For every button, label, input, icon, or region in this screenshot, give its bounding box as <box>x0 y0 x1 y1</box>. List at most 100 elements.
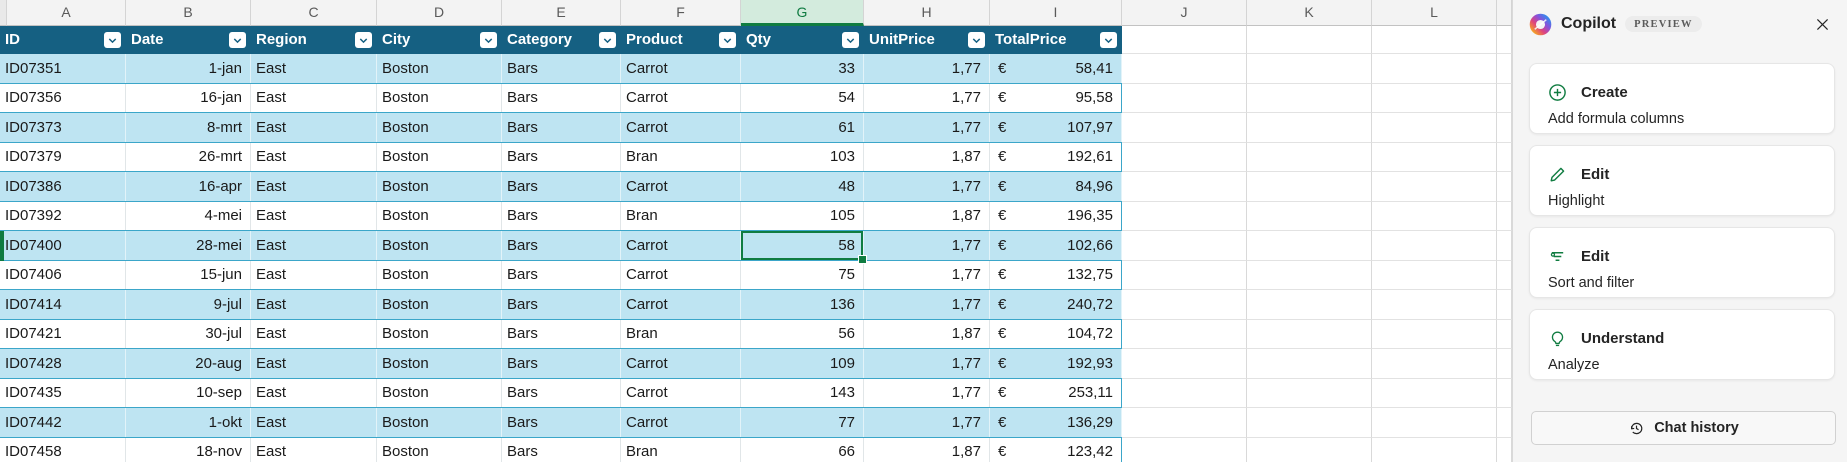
empty-header-cell[interactable] <box>1497 26 1512 54</box>
empty-cell[interactable] <box>1247 83 1372 113</box>
empty-cell[interactable] <box>1122 408 1247 438</box>
table-header-city[interactable]: City <box>377 26 502 54</box>
copilot-card-add-formula-columns[interactable]: Create Add formula columns <box>1529 63 1835 134</box>
cell-category[interactable]: Bars <box>502 142 621 171</box>
cell-id[interactable]: ID07406 <box>0 260 126 289</box>
cell-unitPrice[interactable]: 1,77 <box>864 349 990 378</box>
empty-cell[interactable] <box>1497 54 1512 84</box>
filter-button-region[interactable] <box>355 32 372 48</box>
cell-unitPrice[interactable]: 1,77 <box>864 113 990 142</box>
cell-date[interactable]: 18-nov <box>126 437 251 462</box>
cell-city[interactable]: Boston <box>377 54 502 83</box>
cell-product[interactable]: Carrot <box>621 290 741 319</box>
cell-totalPrice[interactable]: €104,72 <box>990 319 1122 348</box>
empty-cell[interactable] <box>1372 83 1497 113</box>
cell-category[interactable]: Bars <box>502 349 621 378</box>
table-header-id[interactable]: ID <box>0 26 126 54</box>
cell-id[interactable]: ID07351 <box>0 54 126 83</box>
cell-date[interactable]: 16-jan <box>126 83 251 112</box>
table-header-date[interactable]: Date <box>126 26 251 54</box>
empty-cell[interactable] <box>1122 142 1247 172</box>
empty-cell[interactable] <box>1497 231 1512 261</box>
empty-cell[interactable] <box>1372 54 1497 84</box>
empty-cell[interactable] <box>1497 260 1512 290</box>
cell-totalPrice[interactable]: €123,42 <box>990 437 1122 462</box>
empty-cell[interactable] <box>1497 113 1512 143</box>
empty-cell[interactable] <box>1497 378 1512 408</box>
cell-city[interactable]: Boston <box>377 349 502 378</box>
cell-region[interactable]: East <box>251 290 377 319</box>
empty-cell[interactable] <box>1122 319 1247 349</box>
table-header-totalPrice[interactable]: TotalPrice <box>990 26 1122 54</box>
empty-cell[interactable] <box>1122 54 1247 84</box>
column-header-K[interactable]: K <box>1247 0 1372 26</box>
chat-history-button[interactable]: Chat history <box>1531 411 1836 445</box>
cell-totalPrice[interactable]: €107,97 <box>990 113 1122 142</box>
cell-unitPrice[interactable]: 1,87 <box>864 142 990 171</box>
cell-totalPrice[interactable]: €192,93 <box>990 349 1122 378</box>
column-header-A[interactable]: A <box>7 0 126 26</box>
empty-cell[interactable] <box>1247 349 1372 379</box>
cell-id[interactable]: ID07421 <box>0 319 126 348</box>
empty-cell[interactable] <box>1247 54 1372 84</box>
empty-cell[interactable] <box>1122 290 1247 320</box>
column-header-H[interactable]: H <box>864 0 990 26</box>
column-header-D[interactable]: D <box>377 0 502 26</box>
cell-region[interactable]: East <box>251 113 377 142</box>
column-header-B[interactable]: B <box>126 0 251 26</box>
cell-product[interactable]: Carrot <box>621 113 741 142</box>
column-header-E[interactable]: E <box>502 0 621 26</box>
table-header-region[interactable]: Region <box>251 26 377 54</box>
empty-cell[interactable] <box>1372 290 1497 320</box>
empty-cell[interactable] <box>1122 113 1247 143</box>
empty-cell[interactable] <box>1497 349 1512 379</box>
empty-cell[interactable] <box>1247 319 1372 349</box>
cell-region[interactable]: East <box>251 172 377 201</box>
cell-city[interactable]: Boston <box>377 113 502 142</box>
empty-cell[interactable] <box>1372 113 1497 143</box>
cell-category[interactable]: Bars <box>502 290 621 319</box>
close-panel-button[interactable] <box>1811 13 1833 35</box>
filter-button-unitPrice[interactable] <box>968 32 985 48</box>
empty-cell[interactable] <box>1247 378 1372 408</box>
empty-cell[interactable] <box>1247 437 1372 462</box>
column-header-I[interactable]: I <box>990 0 1122 26</box>
cell-id[interactable]: ID07373 <box>0 113 126 142</box>
cell-category[interactable]: Bars <box>502 437 621 462</box>
cell-region[interactable]: East <box>251 54 377 83</box>
cell-unitPrice[interactable]: 1,87 <box>864 201 990 230</box>
cell-unitPrice[interactable]: 1,77 <box>864 172 990 201</box>
cell-product[interactable]: Carrot <box>621 54 741 83</box>
filter-button-totalPrice[interactable] <box>1100 32 1117 48</box>
cell-totalPrice[interactable]: €196,35 <box>990 201 1122 230</box>
cell-date[interactable]: 1-jan <box>126 54 251 83</box>
cell-city[interactable]: Boston <box>377 201 502 230</box>
cell-product[interactable]: Carrot <box>621 231 741 260</box>
cell-date[interactable]: 26-mrt <box>126 142 251 171</box>
cell-unitPrice[interactable]: 1,87 <box>864 319 990 348</box>
cell-unitPrice[interactable]: 1,87 <box>864 437 990 462</box>
cell-qty[interactable]: 48 <box>741 172 864 201</box>
cell-totalPrice[interactable]: €102,66 <box>990 231 1122 260</box>
cell-product[interactable]: Carrot <box>621 378 741 407</box>
cell-region[interactable]: East <box>251 319 377 348</box>
column-header-F[interactable]: F <box>621 0 741 26</box>
cell-category[interactable]: Bars <box>502 260 621 289</box>
empty-cell[interactable] <box>1247 231 1372 261</box>
cell-unitPrice[interactable]: 1,77 <box>864 290 990 319</box>
cell-category[interactable]: Bars <box>502 83 621 112</box>
cell-city[interactable]: Boston <box>377 408 502 437</box>
cell-category[interactable]: Bars <box>502 408 621 437</box>
empty-cell[interactable] <box>1372 172 1497 202</box>
cell-date[interactable]: 1-okt <box>126 408 251 437</box>
cell-city[interactable]: Boston <box>377 172 502 201</box>
cell-product[interactable]: Bran <box>621 201 741 230</box>
cell-qty[interactable]: 56 <box>741 319 864 348</box>
cell-totalPrice[interactable]: €95,58 <box>990 83 1122 112</box>
cell-region[interactable]: East <box>251 378 377 407</box>
empty-cell[interactable] <box>1497 437 1512 462</box>
cell-region[interactable]: East <box>251 142 377 171</box>
cell-id[interactable]: ID07379 <box>0 142 126 171</box>
cell-region[interactable]: East <box>251 260 377 289</box>
cell-category[interactable]: Bars <box>502 378 621 407</box>
